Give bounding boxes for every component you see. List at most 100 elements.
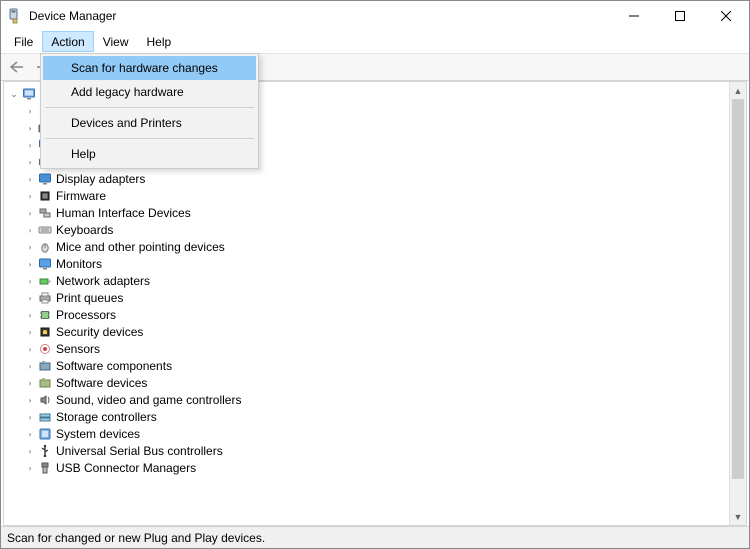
expander-icon[interactable]: ›	[24, 375, 36, 391]
expander-icon[interactable]: ›	[24, 290, 36, 306]
device-category-icon	[37, 239, 53, 255]
device-category-icon	[37, 307, 53, 323]
tree-item[interactable]: › Keyboards	[8, 221, 746, 238]
vertical-scrollbar[interactable]: ▲ ▼	[729, 82, 746, 525]
title-bar: Device Manager	[1, 1, 749, 31]
device-category-icon	[37, 375, 53, 391]
menu-file[interactable]: File	[5, 31, 42, 52]
tree-item[interactable]: › Sensors	[8, 340, 746, 357]
tree-item[interactable]: › Security devices	[8, 323, 746, 340]
expander-icon[interactable]: ›	[24, 120, 36, 136]
expander-icon[interactable]: ›	[24, 137, 36, 153]
device-category-icon	[37, 273, 53, 289]
device-category-icon	[37, 358, 53, 374]
expander-icon[interactable]: ›	[24, 443, 36, 459]
expander-icon[interactable]: ›	[24, 358, 36, 374]
tree-item[interactable]: › Software devices	[8, 374, 746, 391]
tree-item[interactable]: › Human Interface Devices	[8, 204, 746, 221]
scroll-thumb[interactable]	[732, 99, 744, 479]
tree-item-label: Keyboards	[56, 222, 113, 238]
expander-icon[interactable]: ›	[24, 256, 36, 272]
tree-item-label: Sound, video and game controllers	[56, 392, 241, 408]
expander-icon[interactable]: ›	[24, 103, 36, 119]
device-category-icon	[37, 409, 53, 425]
tree-item-label: Human Interface Devices	[56, 205, 191, 221]
tree-item-label: USB Connector Managers	[56, 460, 196, 476]
expander-icon[interactable]: ›	[24, 324, 36, 340]
device-category-icon	[37, 426, 53, 442]
expander-icon[interactable]: ›	[24, 188, 36, 204]
expander-icon[interactable]: ›	[24, 239, 36, 255]
tree-item[interactable]: › Mice and other pointing devices	[8, 238, 746, 255]
tree-item[interactable]: ›Network adapters	[8, 272, 746, 289]
maximize-button[interactable]	[657, 1, 703, 31]
minimize-button[interactable]	[611, 1, 657, 31]
device-category-icon	[37, 256, 53, 272]
back-button[interactable]	[5, 56, 27, 78]
expander-icon[interactable]: ⌄	[8, 86, 20, 102]
device-category-icon	[37, 222, 53, 238]
expander-icon[interactable]: ›	[24, 307, 36, 323]
expander-icon[interactable]: ›	[24, 273, 36, 289]
device-category-icon	[37, 443, 53, 459]
menu-help[interactable]: Help	[138, 31, 181, 52]
expander-icon[interactable]: ›	[24, 392, 36, 408]
tree-item[interactable]: › Universal Serial Bus controllers	[8, 442, 746, 459]
menu-bar: File Action View Help	[1, 31, 749, 53]
tree-item-label: Display adapters	[56, 171, 145, 187]
tree-item[interactable]: ›Firmware	[8, 187, 746, 204]
tree-item[interactable]: › Monitors	[8, 255, 746, 272]
tree-item[interactable]: › Sound, video and game controllers	[8, 391, 746, 408]
status-text: Scan for changed or new Plug and Play de…	[7, 531, 265, 545]
expander-icon[interactable]: ›	[24, 341, 36, 357]
expander-icon[interactable]: ›	[24, 154, 36, 170]
tree-item-label: Mice and other pointing devices	[56, 239, 225, 255]
scroll-up-arrow[interactable]: ▲	[730, 82, 746, 99]
device-category-icon	[37, 171, 53, 187]
tree-item[interactable]: ›Storage controllers	[8, 408, 746, 425]
expander-icon[interactable]: ›	[24, 171, 36, 187]
menu-separator	[45, 107, 254, 108]
device-category-icon	[37, 392, 53, 408]
tree-item-label: Software devices	[56, 375, 147, 391]
menu-action[interactable]: Action	[42, 31, 93, 52]
window-title: Device Manager	[29, 9, 116, 23]
tree-item-label: Processors	[56, 307, 116, 323]
device-category-icon	[37, 205, 53, 221]
app-icon	[7, 8, 23, 24]
menu-separator	[45, 138, 254, 139]
expander-icon[interactable]: ›	[24, 409, 36, 425]
tree-item-label: Sensors	[56, 341, 100, 357]
tree-item[interactable]: › Display adapters	[8, 170, 746, 187]
tree-item-label: Security devices	[56, 324, 143, 340]
tree-item-label: Software components	[56, 358, 172, 374]
action-menu-help[interactable]: Help	[43, 142, 256, 166]
close-button[interactable]	[703, 1, 749, 31]
tree-item[interactable]: › USB Connector Managers	[8, 459, 746, 476]
computer-icon	[21, 86, 37, 102]
scroll-down-arrow[interactable]: ▼	[730, 508, 746, 525]
device-category-icon	[37, 290, 53, 306]
tree-item-label: Universal Serial Bus controllers	[56, 443, 223, 459]
status-bar: Scan for changed or new Plug and Play de…	[1, 526, 749, 548]
tree-item[interactable]: ›System devices	[8, 425, 746, 442]
action-menu-devices-printers[interactable]: Devices and Printers	[43, 111, 256, 135]
device-category-icon	[37, 460, 53, 476]
tree-item[interactable]: › Software components	[8, 357, 746, 374]
action-menu-scan[interactable]: Scan for hardware changes	[43, 56, 256, 80]
menu-view[interactable]: View	[94, 31, 138, 52]
tree-item[interactable]: › Print queues	[8, 289, 746, 306]
action-dropdown: Scan for hardware changes Add legacy har…	[40, 53, 259, 169]
expander-icon[interactable]: ›	[24, 222, 36, 238]
expander-icon[interactable]: ›	[24, 460, 36, 476]
device-category-icon	[37, 188, 53, 204]
tree-item[interactable]: › Processors	[8, 306, 746, 323]
device-category-icon	[37, 324, 53, 340]
device-manager-window: Device Manager File Action View Help Sca…	[0, 0, 750, 549]
action-menu-add-legacy[interactable]: Add legacy hardware	[43, 80, 256, 104]
tree-item-label: Print queues	[56, 290, 123, 306]
tree-item-label: Monitors	[56, 256, 102, 272]
device-category-icon	[37, 341, 53, 357]
expander-icon[interactable]: ›	[24, 426, 36, 442]
expander-icon[interactable]: ›	[24, 205, 36, 221]
